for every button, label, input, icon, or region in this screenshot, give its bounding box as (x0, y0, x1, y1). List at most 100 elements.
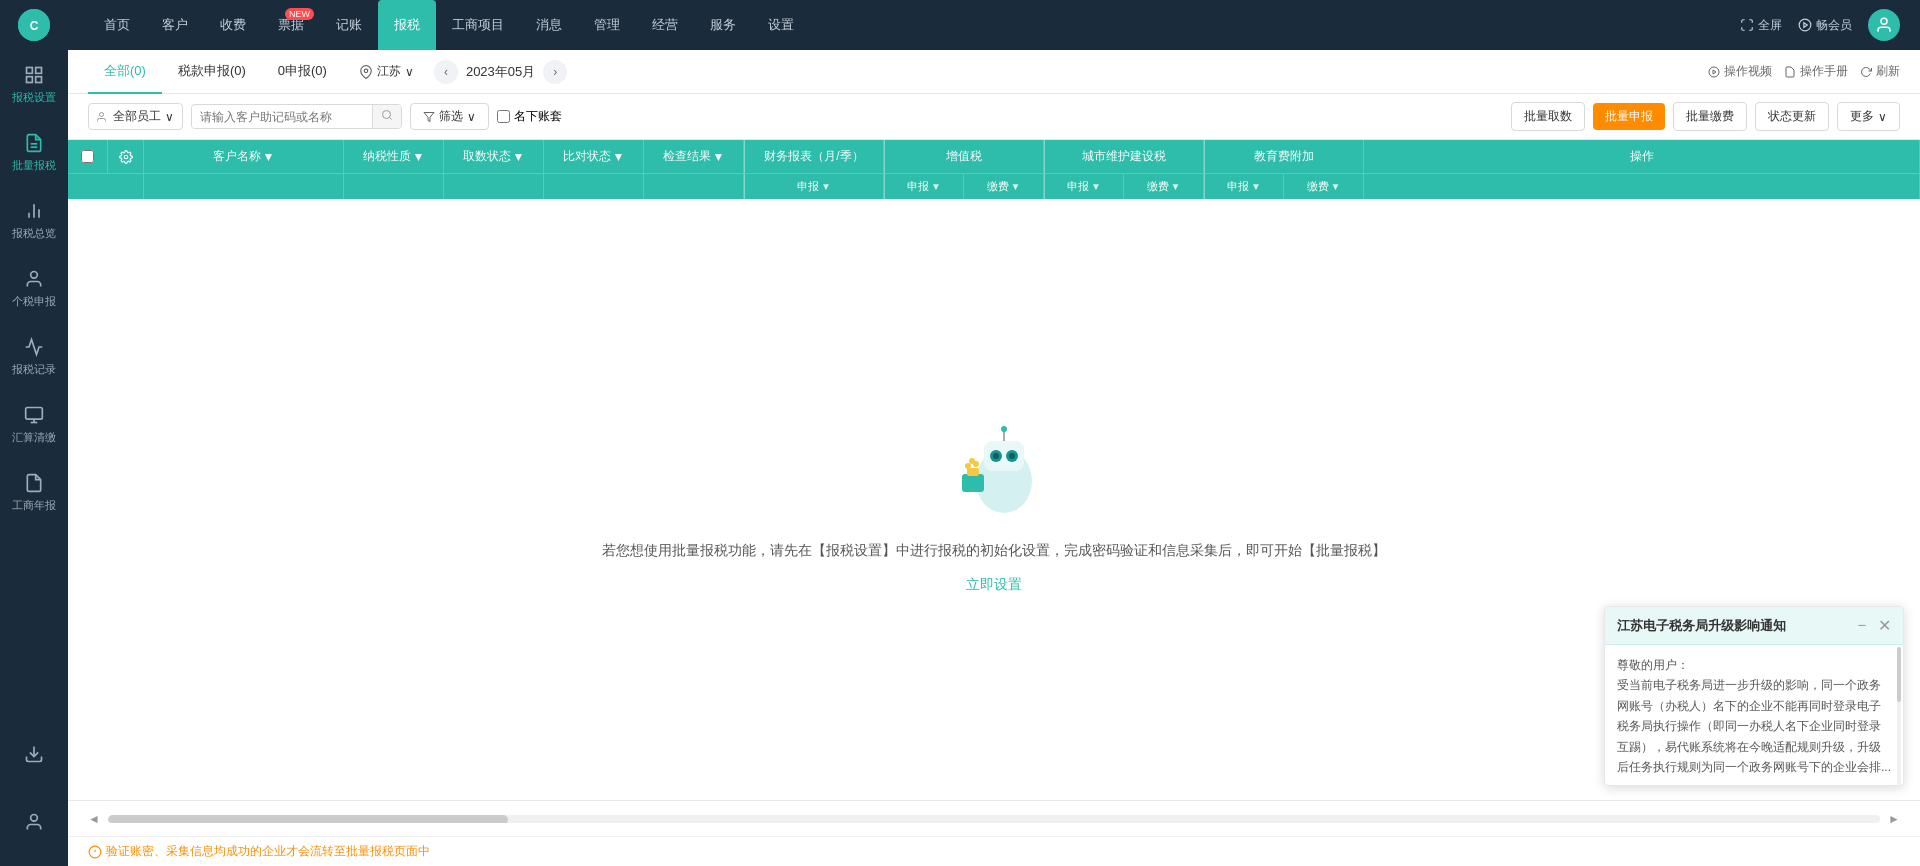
sidebar-item-annual-report[interactable]: 工商年报 (0, 458, 68, 526)
sidebar-item-tax-records[interactable]: 报税记录 (0, 322, 68, 390)
sidebar-item-tax-settings[interactable]: 报税设置 (0, 50, 68, 118)
svg-point-20 (364, 69, 368, 73)
setup-link[interactable]: 立即设置 (966, 576, 1022, 594)
tab-tax-declare[interactable]: 税款申报(0) (162, 50, 262, 94)
filter-icon[interactable]: ▼ (613, 150, 625, 164)
chevron-down-icon: ∨ (165, 110, 174, 124)
sidebar-download[interactable] (0, 720, 68, 788)
sidebar-item-batch-tax[interactable]: 批量报税 (0, 118, 68, 186)
sidebar-item-tax-summary[interactable]: 报税总览 (0, 186, 68, 254)
status-update-button[interactable]: 状态更新 (1755, 102, 1829, 131)
filter-icon[interactable]: ▼ (263, 150, 275, 164)
svg-rect-2 (27, 67, 33, 73)
filter-icon[interactable]: ▼ (821, 181, 831, 192)
nav-settings[interactable]: 设置 (752, 0, 810, 50)
search-button[interactable] (372, 105, 401, 128)
date-prev-btn[interactable]: ‹ (434, 60, 458, 84)
scrollbar-thumb[interactable] (1897, 647, 1901, 702)
filter-icon[interactable]: ▼ (1171, 181, 1181, 192)
filter-icon[interactable]: ▼ (713, 150, 725, 164)
search-icon (381, 109, 393, 121)
svg-point-33 (1009, 453, 1015, 459)
th-action: 操作 (1364, 140, 1920, 173)
current-date: 2023年05月 (466, 63, 535, 81)
select-all-checkbox[interactable] (81, 150, 94, 163)
th-tax-type: 纳税性质 ▼ (344, 140, 444, 173)
svg-marker-22 (1713, 70, 1716, 74)
sidebar-item-label: 工商年报 (12, 498, 56, 513)
filter-icon (423, 111, 435, 123)
sidebar-item-settlement[interactable]: 汇算清缴 (0, 390, 68, 458)
logo-icon: C (18, 9, 50, 41)
nav-messages[interactable]: 消息 (520, 0, 578, 50)
svg-rect-38 (962, 474, 984, 492)
th-city: 城市维护建设税 (1044, 140, 1204, 173)
province-selector[interactable]: 江苏 ∨ (359, 63, 414, 80)
filter-icon[interactable]: ▼ (513, 150, 525, 164)
tab-all[interactable]: 全部(0) (88, 50, 162, 94)
nav-business[interactable]: 工商项目 (436, 0, 520, 50)
sidebar-item-personal-tax[interactable]: 个税申报 (0, 254, 68, 322)
svg-line-25 (389, 117, 391, 119)
employee-icon (97, 111, 109, 123)
more-button[interactable]: 更多 ∨ (1837, 102, 1900, 131)
user-avatar[interactable] (1868, 9, 1900, 41)
nav-management[interactable]: 管理 (578, 0, 636, 50)
notification-close[interactable]: ✕ (1878, 616, 1891, 635)
tax-settings-icon (23, 64, 45, 86)
scroll-thumb[interactable] (108, 815, 508, 823)
account-checkbox-label[interactable]: 名下账套 (497, 108, 562, 125)
filter-icon[interactable]: ▼ (1331, 181, 1341, 192)
svg-point-24 (383, 111, 391, 119)
notification-minimize[interactable]: － (1854, 615, 1870, 636)
filter-icon[interactable]: ▼ (1091, 181, 1101, 192)
svg-point-35 (1001, 426, 1007, 432)
svg-point-17 (1799, 19, 1811, 31)
nav-services[interactable]: 服务 (694, 0, 752, 50)
member-btn[interactable]: 畅会员 (1798, 17, 1852, 34)
nav-billing[interactable]: 收费 (204, 0, 262, 50)
search-input[interactable] (192, 106, 372, 128)
new-badge: NEW (285, 8, 314, 20)
refresh-btn[interactable]: 刷新 (1860, 63, 1900, 80)
tab-zero-declare[interactable]: 0申报(0) (262, 50, 343, 94)
sidebar-item-label: 汇算清缴 (12, 430, 56, 445)
th-gear[interactable] (108, 140, 144, 173)
svg-point-19 (1881, 18, 1887, 24)
svg-text:C: C (30, 19, 39, 33)
filter-icon[interactable]: ▼ (1011, 181, 1021, 192)
nav-invoices[interactable]: 票据 NEW (262, 0, 320, 50)
filter-icon[interactable]: ▼ (931, 181, 941, 192)
scrollbar-track (1897, 647, 1901, 785)
video-icon (1708, 66, 1720, 78)
notification-body: 尊敬的用户： 受当前电子税务局进一步升级的影响，同一个政务网账号（办税人）名下的… (1605, 645, 1903, 785)
filter-icon[interactable]: ▼ (1251, 181, 1261, 192)
svg-point-11 (31, 271, 38, 278)
svg-rect-12 (26, 407, 43, 419)
employee-select[interactable]: 全部员工 ∨ (88, 103, 183, 130)
nav-home[interactable]: 首页 (88, 0, 146, 50)
filter-button[interactable]: 筛选 ∨ (410, 103, 489, 130)
svg-rect-5 (36, 76, 42, 82)
nav-customers[interactable]: 客户 (146, 0, 204, 50)
nav-tax[interactable]: 报税 (378, 0, 436, 50)
batch-pay-button[interactable]: 批量缴费 (1673, 102, 1747, 131)
sidebar-item-label: 报税总览 (12, 226, 56, 241)
date-next-btn[interactable]: › (543, 60, 567, 84)
operation-manual-btn[interactable]: 操作手册 (1784, 63, 1848, 80)
filter-icon[interactable]: ▼ (413, 150, 425, 164)
nav-accounting[interactable]: 记账 (320, 0, 378, 50)
nav-operations[interactable]: 经营 (636, 0, 694, 50)
fullscreen-btn[interactable]: 全屏 (1740, 17, 1782, 34)
operation-video-btn[interactable]: 操作视频 (1708, 63, 1772, 80)
batch-fetch-button[interactable]: 批量取数 (1511, 102, 1585, 131)
account-checkbox[interactable] (497, 110, 510, 123)
toolbar-right-actions: 批量取数 批量申报 批量缴费 状态更新 更多 ∨ (1511, 102, 1900, 131)
th-check[interactable] (68, 140, 108, 173)
sidebar-bottom (0, 720, 68, 866)
sidebar-user[interactable] (0, 788, 68, 856)
search-field[interactable] (191, 104, 402, 129)
chevron-down-icon: ∨ (1878, 110, 1887, 124)
batch-declare-button[interactable]: 批量申报 (1593, 103, 1665, 130)
th-finance: 财务报表（月/季） (744, 140, 884, 173)
